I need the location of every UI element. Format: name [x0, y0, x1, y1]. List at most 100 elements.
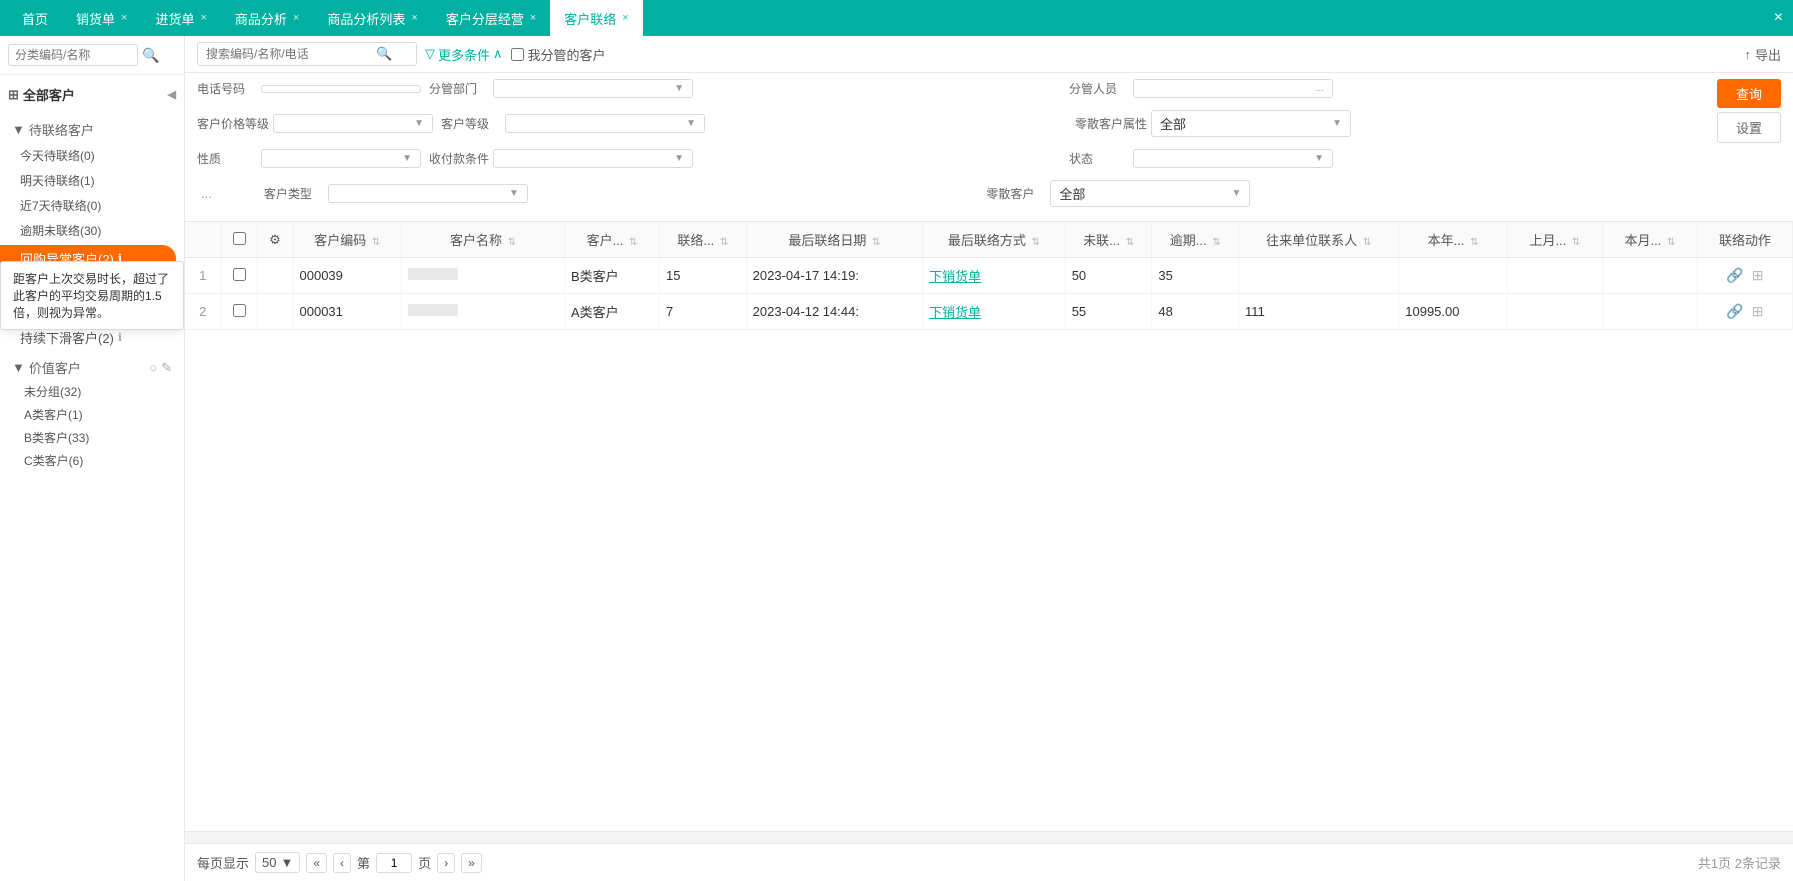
sidebar-tomorrow-pending[interactable]: 明天待联络(1)	[0, 168, 184, 193]
page-number-input[interactable]	[376, 853, 412, 873]
circle-icon[interactable]: ○	[149, 360, 157, 376]
row1-last-method-link[interactable]: 下销货单	[929, 269, 981, 284]
more-conditions-btn[interactable]: ▽ 更多条件 ∧	[425, 45, 503, 64]
close-purchase-tab[interactable]: ×	[200, 12, 206, 24]
filter-nature: 性质 ▼	[197, 149, 421, 168]
sort-this-year-icon[interactable]: ⇅	[1470, 237, 1478, 248]
main-search-icon[interactable]: 🔍	[376, 46, 392, 62]
pending-contact-group-header[interactable]: ▼ 待联络客户	[0, 116, 184, 143]
table-scroll-area[interactable]: ⚙ 客户编码 ⇅ 客户名称 ⇅ 客户...	[185, 222, 1793, 831]
sidebar-search-input[interactable]	[8, 44, 138, 66]
next-page-btn[interactable]: ›	[437, 853, 455, 873]
col-header-last-date: 最后联络日期 ⇅	[746, 222, 922, 258]
filter-scatter-attr: 零散客户属性 全部 ▼	[1075, 110, 1701, 137]
sidebar-b-class[interactable]: B类客户(33)	[8, 426, 176, 449]
close-product-list-tab[interactable]: ×	[411, 12, 417, 24]
sort-this-month-icon[interactable]: ⇅	[1667, 237, 1675, 248]
nav-tab-customer-tier[interactable]: 客户分层经营 ×	[432, 0, 550, 36]
customer-type-select[interactable]: ▼	[328, 184, 528, 203]
scatter-attr-select[interactable]: 全部 ▼	[1151, 110, 1351, 137]
filter-customer-level: 客户等级 ▼	[441, 114, 1067, 133]
sort-code-icon[interactable]: ⇅	[372, 237, 380, 248]
price-level-select[interactable]: ▼	[273, 114, 433, 133]
grid-icon: ⊞	[8, 87, 19, 103]
row1-last-method[interactable]: 下销货单	[923, 258, 1066, 294]
nav-tab-purchase[interactable]: 进货单 ×	[141, 0, 220, 36]
row2-checkbox[interactable]	[233, 304, 246, 317]
scatter-customer-label: 零散客户	[986, 185, 1046, 202]
sidebar-search-icon[interactable]: 🔍	[142, 47, 159, 64]
value-group-header[interactable]: ▼ 价值客户 ○ ✎	[8, 355, 176, 380]
sort-name-icon[interactable]: ⇅	[508, 237, 516, 248]
sort-unpaid-icon[interactable]: ⇅	[1126, 237, 1134, 248]
nav-tab-sales[interactable]: 销货单 ×	[62, 0, 141, 36]
sort-overdue-icon[interactable]: ⇅	[1212, 237, 1220, 248]
main-search-input[interactable]	[206, 47, 376, 61]
row2-link-icon[interactable]: 🔗	[1726, 303, 1743, 320]
sort-last-month-icon[interactable]: ⇅	[1572, 237, 1580, 248]
prev-page-btn[interactable]: ‹	[333, 853, 351, 873]
row2-last-date: 2023-04-12 14:44:	[746, 294, 922, 330]
nav-tab-product-analysis-list[interactable]: 商品分析列表 ×	[313, 0, 431, 36]
col-header-level: 客户... ⇅	[564, 222, 659, 258]
last-page-btn[interactable]: »	[461, 853, 482, 873]
close-all-tabs[interactable]: ×	[1774, 9, 1783, 27]
sidebar-overdue-pending[interactable]: 逾期未联络(30)	[0, 218, 184, 243]
close-sales-tab[interactable]: ×	[121, 12, 127, 24]
row2-grid-icon[interactable]: ⊞	[1752, 303, 1764, 320]
filter-dots[interactable]: ...	[197, 186, 216, 201]
payment-select[interactable]: ▼	[493, 149, 693, 168]
nav-tab-customer-contact[interactable]: 客户联络 ×	[550, 0, 642, 36]
status-select[interactable]: ▼	[1133, 149, 1333, 168]
nav-tab-home[interactable]: 首页	[8, 0, 62, 36]
sort-contact-person-icon[interactable]: ⇅	[1363, 237, 1371, 248]
row1-checkbox[interactable]	[233, 268, 246, 281]
nav-tab-product-analysis[interactable]: 商品分析 ×	[221, 0, 313, 36]
dept-select[interactable]: ▼	[493, 79, 693, 98]
per-page-label: 每页显示	[197, 853, 249, 872]
row1-grid-icon[interactable]: ⊞	[1752, 267, 1764, 284]
collapse-icon[interactable]: ◀	[168, 88, 176, 101]
manager-select[interactable]: ...	[1133, 79, 1333, 98]
top-navigation: 首页 销货单 × 进货单 × 商品分析 × 商品分析列表 × 客户分层经营 × …	[0, 0, 1793, 36]
horizontal-scrollbar[interactable]	[185, 831, 1793, 843]
close-customer-contact-tab[interactable]: ×	[622, 12, 628, 24]
close-product-analysis-tab[interactable]: ×	[293, 12, 299, 24]
customer-level-select[interactable]: ▼	[505, 114, 705, 133]
row1-link-icon[interactable]: 🔗	[1726, 267, 1743, 284]
sidebar-today-pending[interactable]: 今天待联络(0)	[0, 143, 184, 168]
sidebar-unclassified[interactable]: 未分组(32)	[8, 380, 176, 403]
row2-last-method-link[interactable]: 下销货单	[929, 305, 981, 320]
sort-contact-icon[interactable]: ⇅	[720, 237, 728, 248]
row1-check[interactable]	[221, 258, 257, 294]
col-header-settings[interactable]: ⚙	[257, 222, 293, 258]
row2-check[interactable]	[221, 294, 257, 330]
first-page-btn[interactable]: «	[306, 853, 327, 873]
nature-select[interactable]: ▼	[261, 149, 421, 168]
row2-contact-person: 111	[1239, 294, 1399, 330]
select-all-checkbox[interactable]	[233, 232, 246, 245]
sort-last-method-icon[interactable]: ⇅	[1032, 237, 1040, 248]
filter-customer-type: 客户类型 ▼	[264, 184, 979, 203]
settings-button[interactable]: 设置	[1717, 112, 1781, 143]
my-customer-checkbox-wrap[interactable]: 我分管的客户	[511, 45, 606, 64]
per-page-select[interactable]: 50 ▼	[255, 852, 300, 873]
edit-icon[interactable]: ✎	[161, 360, 172, 376]
sidebar-c-class[interactable]: C类客户(6)	[8, 449, 176, 472]
row2-actions: 🔗 ⊞	[1697, 294, 1792, 330]
scatter-customer-select[interactable]: 全部 ▼	[1050, 180, 1250, 207]
sort-level-icon[interactable]: ⇅	[629, 237, 637, 248]
query-button[interactable]: 查询	[1717, 79, 1781, 108]
info-icon-declining: ℹ	[118, 331, 122, 344]
sidebar-all-customers-header[interactable]: ⊞ 全部客户 ◀	[0, 81, 184, 108]
my-customer-checkbox[interactable]	[511, 48, 524, 61]
filter-icon: ▽	[425, 46, 435, 62]
phone-input[interactable]	[261, 85, 421, 93]
export-button[interactable]: ↑ 导出	[1744, 45, 1781, 64]
sidebar-7day-pending[interactable]: 近7天待联络(0)	[0, 193, 184, 218]
row2-last-method[interactable]: 下销货单	[923, 294, 1066, 330]
close-customer-tier-tab[interactable]: ×	[530, 12, 536, 24]
sidebar-a-class[interactable]: A类客户(1)	[8, 403, 176, 426]
sort-last-date-icon[interactable]: ⇅	[872, 237, 880, 248]
row2-code: 000031	[293, 294, 402, 330]
